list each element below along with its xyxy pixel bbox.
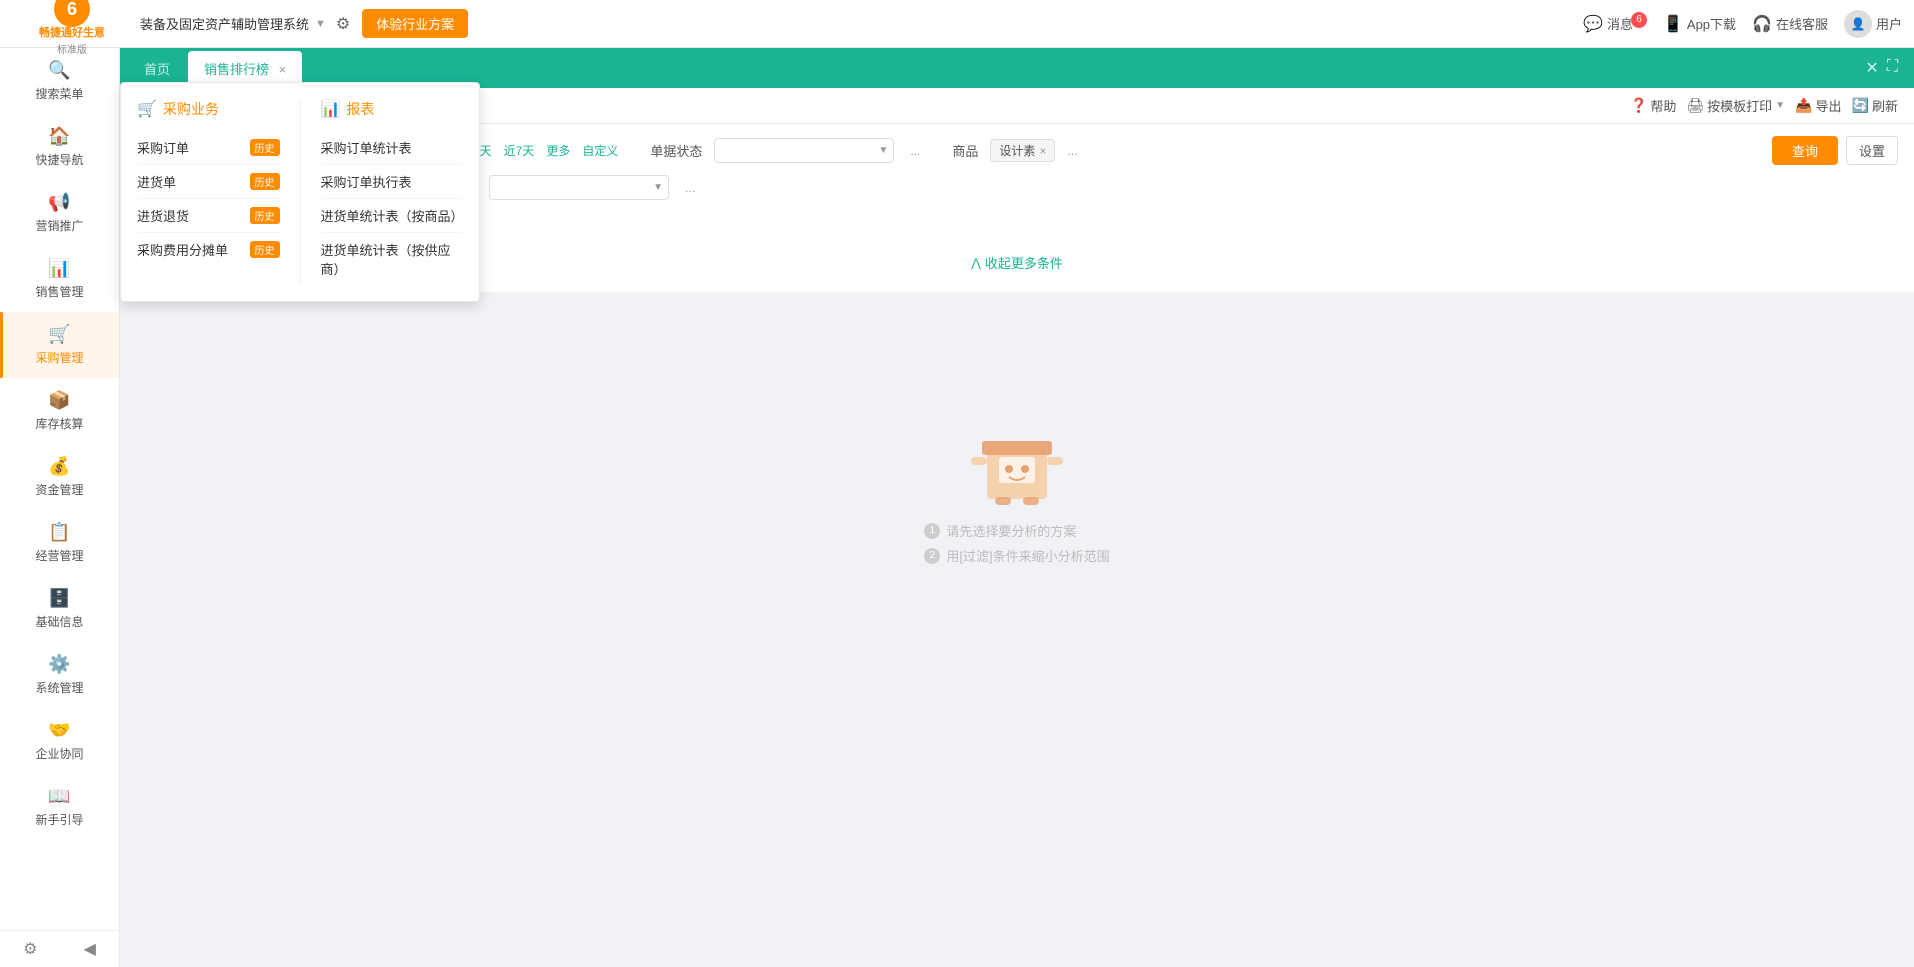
empty-tip: 1 请先选择要分析的方案 2 用[过滤]条件来缩小分析范围: [924, 521, 1109, 565]
goods-tag: 设计素 ×: [990, 139, 1055, 162]
user-btn[interactable]: 👤 用户: [1844, 10, 1902, 38]
dropdown-purchase-col: 🛒 采购业务 采购订单 历史 进货单 历史 进货退货 历史 采购费用分摊单 历史: [137, 99, 280, 285]
sidebar-item-finance[interactable]: 💰 资金管理: [0, 444, 119, 510]
avatar: 👤: [1844, 10, 1872, 38]
dropdown-purchase-order[interactable]: 采购订单 历史: [137, 131, 280, 165]
maximize-window-btn[interactable]: ⛶: [1887, 58, 1898, 78]
query-btn[interactable]: 查询: [1772, 136, 1838, 165]
status-select-wrapper: ▼: [714, 138, 894, 163]
finance-icon: 💰: [48, 456, 70, 477]
tab-home[interactable]: 首页: [128, 51, 186, 86]
collab-icon: 🤝: [48, 720, 70, 741]
sidebar-item-sales[interactable]: 📊 销售管理: [0, 246, 119, 312]
system-title: 装备及固定资产辅助管理系统: [140, 14, 309, 33]
status-more[interactable]: ...: [910, 144, 920, 158]
sidebar-item-base[interactable]: 🗄️ 基础信息: [0, 576, 119, 642]
brand-tag: 标准版: [57, 41, 87, 56]
sidebar-bottom: ⚙ ◀: [0, 930, 119, 967]
sales-icon: 📊: [48, 258, 70, 279]
goods-tag-close[interactable]: ×: [1039, 144, 1046, 158]
marketing-icon: 📢: [48, 192, 70, 213]
industry-btn[interactable]: 体验行业方案: [362, 9, 468, 38]
dropdown-report-1[interactable]: 采购订单执行表: [321, 165, 464, 199]
sidebar-item-collab[interactable]: 🤝 企业协同: [0, 708, 119, 774]
message-btn[interactable]: 💬 消息 6: [1583, 14, 1647, 34]
operations-icon: 📋: [48, 522, 70, 543]
base-icon: 🗄️: [48, 588, 70, 609]
message-badge: 6: [1631, 12, 1647, 28]
purchase-icon: 🛒: [48, 324, 70, 345]
logo-area: 6 畅捷通好生意 标准版: [12, 0, 132, 60]
online-service-btn[interactable]: 🎧 在线客服: [1752, 14, 1828, 34]
logo-icon: 6: [54, 0, 90, 27]
date-quick-7days[interactable]: 近7天: [504, 142, 535, 159]
staff-select-wrapper: ▼: [489, 175, 669, 200]
dropdown-purchase-cost[interactable]: 采购费用分摊单 历史: [137, 233, 280, 266]
status-label: 单据状态: [650, 141, 702, 160]
settings-icon[interactable]: ⚙: [336, 14, 350, 34]
help-btn[interactable]: ❓ 帮助: [1630, 96, 1676, 115]
export-btn[interactable]: 📤 导出: [1795, 96, 1841, 115]
history-badge-2: 历史: [250, 207, 280, 224]
dropdown-report-col: 📊 报表 采购订单统计表 采购订单执行表 进货单统计表（按商品） 进货单统计表（…: [321, 99, 464, 285]
app-download-btn[interactable]: 📱 App下载: [1663, 14, 1736, 34]
history-badge-0: 历史: [250, 139, 280, 156]
top-right: 💬 消息 6 📱 App下载 🎧 在线客服 👤 用户: [1583, 10, 1902, 38]
sidebar-item-guide[interactable]: 📖 新手引导: [0, 774, 119, 840]
dropdown-menu: 🛒 采购业务 采购订单 历史 进货单 历史 进货退货 历史 采购费用分摊单 历史…: [120, 82, 480, 302]
dropdown-purchase-title: 🛒 采购业务: [137, 99, 280, 119]
tab-sales-rank[interactable]: 销售排行榜 ×: [188, 51, 302, 86]
close-window-btn[interactable]: ✕: [1865, 58, 1878, 78]
refresh-btn[interactable]: 🔄 刷新: [1852, 96, 1898, 115]
status-select[interactable]: [714, 138, 894, 163]
dropdown-report-2[interactable]: 进货单统计表（按商品）: [321, 199, 464, 233]
staff-more[interactable]: ...: [685, 181, 695, 195]
sidebar-item-system[interactable]: ⚙️ 系统管理: [0, 642, 119, 708]
sidebar-settings-btn[interactable]: ⚙: [23, 939, 37, 959]
empty-state: 1 请先选择要分析的方案 2 用[过滤]条件来缩小分析范围: [120, 292, 1914, 692]
search-icon: 🔍: [48, 60, 70, 81]
top-bar: 6 畅捷通好生意 标准版 装备及固定资产辅助管理系统 ▼ ⚙ 体验行业方案 💬 …: [0, 0, 1914, 48]
dropdown-goods-in[interactable]: 进货单 历史: [137, 165, 280, 199]
date-quick-custom[interactable]: 自定义: [582, 142, 618, 159]
window-controls: ✕ ⛶: [1865, 58, 1906, 78]
history-badge-3: 历史: [250, 241, 280, 258]
brand-name: 畅捷通好生意: [39, 27, 105, 40]
setting-btn[interactable]: 设置: [1846, 136, 1898, 165]
query-actions: 查询 设置: [1772, 136, 1898, 165]
sidebar-item-quick[interactable]: 🏠 快捷导航: [0, 114, 119, 180]
sidebar-item-marketing[interactable]: 📢 营销推广: [0, 180, 119, 246]
dropdown-report-title: 📊 报表: [321, 99, 464, 119]
goods-label: 商品: [952, 141, 978, 160]
sidebar-item-purchase[interactable]: 🛒 采购管理: [0, 312, 119, 378]
date-quick-more[interactable]: 更多: [546, 142, 570, 159]
empty-illustration: [957, 419, 1077, 509]
print-btn[interactable]: 🖨 按模板打印 ▼: [1686, 96, 1785, 115]
toolbar-actions: ❓ 帮助 🖨 按模板打印 ▼ 📤 导出 🔄 刷新: [1630, 96, 1898, 115]
tab-close-btn[interactable]: ×: [279, 62, 287, 77]
home-icon: 🏠: [48, 126, 70, 147]
staff-select[interactable]: [489, 175, 669, 200]
sidebar-item-inventory[interactable]: 📦 库存核算: [0, 378, 119, 444]
goods-more[interactable]: ...: [1067, 144, 1077, 158]
sidebar-item-operations[interactable]: 📋 经营管理: [0, 510, 119, 576]
guide-icon: 📖: [48, 786, 70, 807]
dropdown-goods-return[interactable]: 进货退货 历史: [137, 199, 280, 233]
history-badge-1: 历史: [250, 173, 280, 190]
sidebar-collapse-btn[interactable]: ◀: [84, 939, 96, 959]
system-icon: ⚙️: [48, 654, 70, 675]
dropdown-report-0[interactable]: 采购订单统计表: [321, 131, 464, 165]
inventory-icon: 📦: [48, 390, 70, 411]
sidebar: 🔍 搜索菜单 🏠 快捷导航 📢 营销推广 📊 销售管理 🛒 采购管理 📦 库存核…: [0, 48, 120, 967]
dropdown-divider: [300, 99, 301, 285]
system-title-arrow[interactable]: ▼: [315, 18, 326, 30]
dropdown-report-3[interactable]: 进货单统计表（按供应商）: [321, 233, 464, 285]
